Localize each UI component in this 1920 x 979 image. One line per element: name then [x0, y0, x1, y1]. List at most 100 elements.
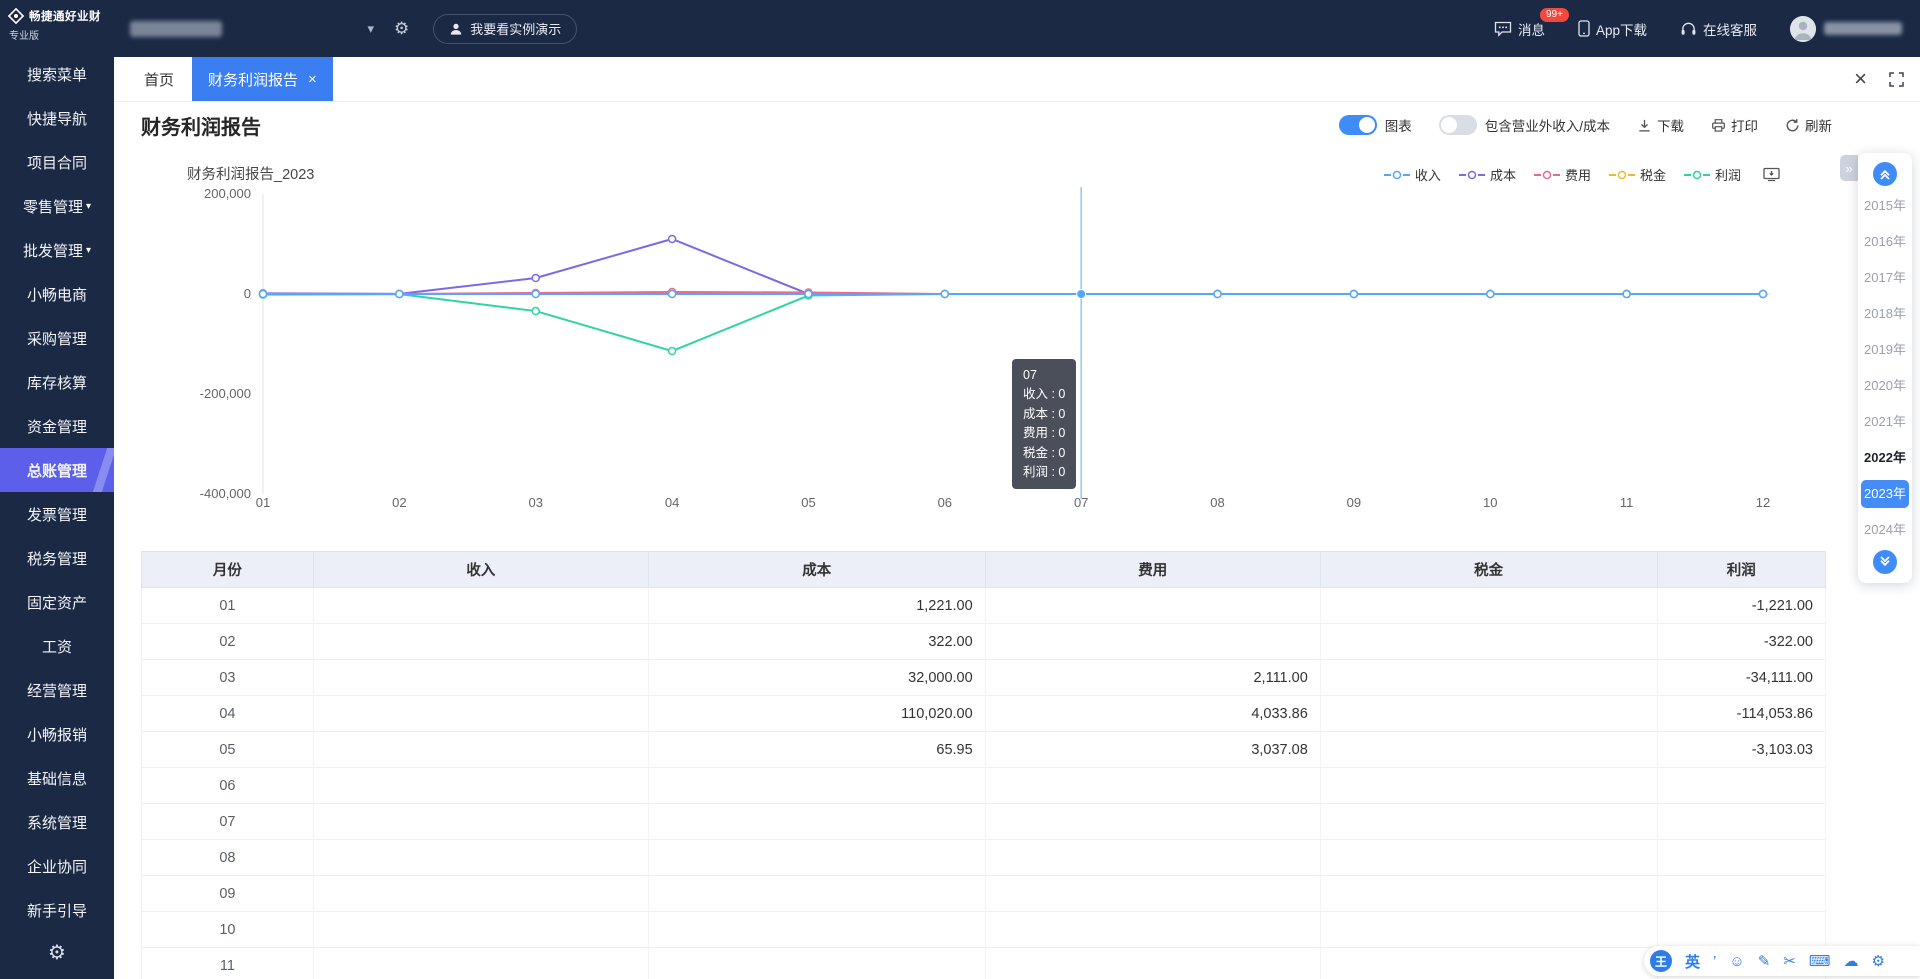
sidebar-item[interactable]: 固定资产 [0, 580, 114, 624]
year-item[interactable]: 2019年 [1858, 332, 1912, 368]
sidebar-item[interactable]: 批发管理 ▾ [0, 228, 114, 272]
svg-text:10: 10 [1483, 495, 1497, 510]
keyboard-icon[interactable]: ⌨ [1809, 954, 1831, 969]
user-account[interactable] [1790, 15, 1902, 42]
value-cell: -322.00 [1657, 623, 1827, 660]
legend-item[interactable]: 税金 [1608, 165, 1666, 184]
emoji-icon[interactable]: ☺ [1729, 954, 1744, 969]
profit-table: 月份 收入 成本 费用 税金 利润 01 1,221.00 -1,221.00 02 322.00… [141, 551, 1827, 979]
profit-chart-svg[interactable]: 200,0000-200,000-400,00001 02 03 04 05 06 07 08… [114, 149, 1920, 531]
quote-icon[interactable]: ’ [1713, 954, 1716, 969]
value-cell [313, 767, 649, 804]
value-cell [648, 839, 986, 876]
scroll-down-button[interactable] [1873, 550, 1897, 574]
value-cell [1320, 767, 1658, 804]
legend-item[interactable]: 利润 [1683, 165, 1741, 184]
value-cell [313, 947, 649, 979]
sidebar-item[interactable]: 经营管理 [0, 668, 114, 712]
close-all-icon[interactable]: × [1854, 68, 1867, 90]
gear-icon[interactable]: ⚙ [394, 19, 409, 39]
year-item[interactable]: 2020年 [1858, 368, 1912, 404]
legend-item[interactable]: 费用 [1533, 165, 1591, 184]
table-row: 07 [141, 803, 1827, 840]
messages-button[interactable]: 消息 99+ [1494, 7, 1569, 39]
sidebar-item[interactable]: 小畅报销 [0, 712, 114, 756]
sidebar-item[interactable]: 总账管理 [0, 448, 114, 492]
value-cell [985, 803, 1321, 840]
sidebar: 畅捷通好业财 专业版 搜索菜单 快捷导航 项目合同 零售管理 ▾ 批发管理 ▾ 小畅电商 采购管… [0, 0, 114, 979]
legend-marker [1458, 170, 1485, 179]
month-cell: 10 [141, 911, 314, 948]
page-controls: 图表 包含营业外收入/成本 下载 打印 刷新 [1338, 115, 1832, 135]
content: 财务利润报告 图表 包含营业外收入/成本 下载 打印 刷新 200,000 0 … [114, 101, 1920, 979]
collapse-year-panel-handle[interactable]: » [1840, 155, 1858, 181]
org-select[interactable]: ▾ [130, 20, 374, 37]
value-cell [985, 875, 1321, 912]
column-header: 税金 [1319, 551, 1658, 588]
tab-profit-report[interactable]: 财务利润报告 × [192, 57, 333, 101]
online-service-button[interactable]: 在线客服 [1680, 19, 1757, 39]
sidebar-item[interactable]: 企业协同 [0, 844, 114, 888]
legend-item[interactable]: 收入 [1383, 165, 1441, 184]
save-image-icon[interactable] [1763, 167, 1780, 182]
sidebar-item[interactable]: 库存核算 [0, 360, 114, 404]
sidebar-item[interactable]: 搜索菜单 [0, 52, 114, 96]
svg-text:01: 01 [256, 495, 270, 510]
refresh-button[interactable]: 刷新 [1785, 115, 1832, 135]
download-button[interactable]: 下载 [1637, 115, 1684, 135]
sidebar-item[interactable]: 快捷导航 [0, 96, 114, 140]
sidebar-item-label: 库存核算 [26, 374, 87, 392]
year-item[interactable]: 2021年 [1858, 404, 1912, 440]
cloud-icon[interactable]: ☁ [1844, 954, 1859, 969]
sidebar-item[interactable]: 税务管理 [0, 536, 114, 580]
pen-icon[interactable]: ✎ [1758, 954, 1771, 969]
gear-icon[interactable]: ⚙ [1872, 954, 1885, 969]
app-window: 畅捷通好业财 专业版 搜索菜单 快捷导航 项目合同 零售管理 ▾ 批发管理 ▾ 小畅电商 采购管… [0, 0, 1920, 979]
value-cell [313, 803, 649, 840]
sidebar-item[interactable]: 发票管理 [0, 492, 114, 536]
svg-text:-400,000: -400,000 [200, 486, 251, 501]
sidebar-item[interactable]: 新手引导 [0, 888, 114, 932]
close-tab-icon[interactable]: × [308, 71, 317, 88]
year-item[interactable]: 2018年 [1858, 296, 1912, 332]
value-cell [1320, 659, 1658, 696]
year-item[interactable]: 2016年 [1858, 224, 1912, 260]
ime-logo[interactable]: 王 [1650, 950, 1672, 972]
scissors-icon[interactable]: ✂ [1783, 954, 1796, 969]
sidebar-item[interactable]: 零售管理 ▾ [0, 184, 114, 228]
print-button[interactable]: 打印 [1711, 115, 1758, 135]
table-row: 04 110,020.00 4,033.86 -114,053.86 [141, 695, 1827, 732]
year-item[interactable]: 2023年 [1861, 480, 1909, 508]
sidebar-item[interactable]: 项目合同 [0, 140, 114, 184]
printer-icon [1711, 118, 1726, 133]
legend-item[interactable]: 成本 [1458, 165, 1516, 184]
tab-home[interactable]: 首页 [126, 57, 192, 101]
year-item[interactable]: 2017年 [1858, 260, 1912, 296]
value-cell [648, 803, 986, 840]
fullscreen-icon[interactable] [1889, 71, 1904, 87]
demo-button-label: 我要看实例演示 [470, 22, 562, 37]
sidebar-item[interactable]: 工资 [0, 624, 114, 668]
profit-chart[interactable]: 200,000 0 -200,000 -400,000 01 02 03 04 05 06 07 08… [114, 149, 1920, 531]
download-label: 下载 [1657, 119, 1684, 134]
sidebar-item[interactable]: 系统管理 [0, 800, 114, 844]
phone-icon [1578, 20, 1590, 37]
column-header: 月份 [141, 551, 314, 588]
year-item[interactable]: 2022年 [1858, 440, 1912, 476]
org-name-redacted [130, 20, 222, 37]
app-download-button[interactable]: App下载 [1578, 19, 1647, 39]
include-nonoperating-toggle[interactable] [1438, 115, 1477, 135]
demo-button[interactable]: 我要看实例演示 [433, 13, 578, 44]
page-title: 财务利润报告 [141, 116, 261, 139]
settings-gear-icon[interactable]: ⚙ [0, 932, 114, 979]
sidebar-item[interactable]: 基础信息 [0, 756, 114, 800]
year-item[interactable]: 2015年 [1858, 188, 1912, 224]
ime-language[interactable]: 英 [1685, 951, 1700, 972]
value-cell [985, 767, 1321, 804]
sidebar-item[interactable]: 小畅电商 [0, 272, 114, 316]
sidebar-item[interactable]: 资金管理 [0, 404, 114, 448]
chart-toggle[interactable] [1338, 115, 1377, 135]
scroll-up-button[interactable] [1873, 162, 1897, 186]
year-item[interactable]: 2024年 [1858, 512, 1912, 548]
sidebar-item[interactable]: 采购管理 [0, 316, 114, 360]
